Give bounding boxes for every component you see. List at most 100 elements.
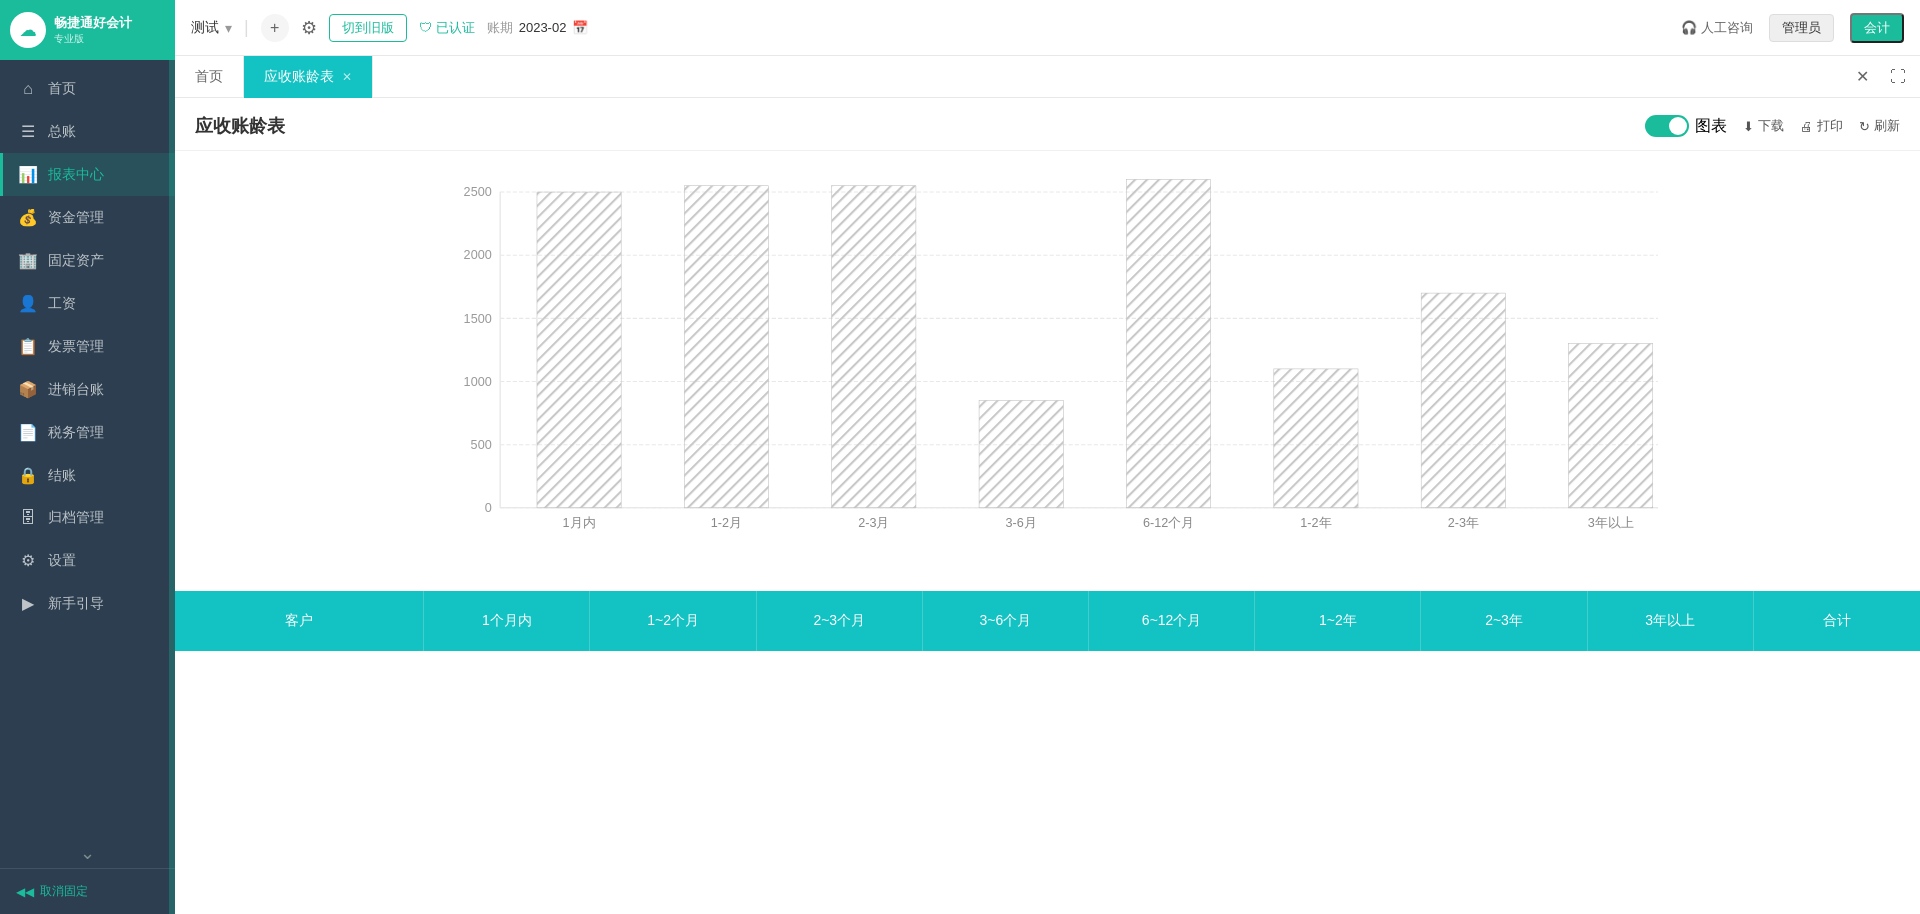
page-header: 应收账龄表 图表 ⬇ 下载 🖨 打印 <box>175 98 1920 151</box>
svg-text:2000: 2000 <box>464 248 492 262</box>
dropdown-icon: ▾ <box>225 20 232 36</box>
expand-btn[interactable]: ⛶ <box>1884 63 1912 91</box>
sidebar-item-ledger[interactable]: ☰ 总账 <box>0 110 175 153</box>
switch-version-btn[interactable]: 切到旧版 <box>329 14 407 42</box>
period-label: 账期 <box>487 19 513 37</box>
add-project-btn[interactable]: + <box>261 14 289 42</box>
sidebar-item-reports[interactable]: 📊 报表中心 <box>0 153 175 196</box>
svg-text:1500: 1500 <box>464 312 492 326</box>
consult-btn[interactable]: 🎧 人工咨询 <box>1681 19 1753 37</box>
shield-icon: 🛡 <box>419 20 432 35</box>
calendar-icon[interactable]: 📅 <box>572 20 588 35</box>
sidebar-item-label-purchase: 进销台账 <box>48 381 104 399</box>
svg-text:2-3月: 2-3月 <box>858 516 889 530</box>
download-btn[interactable]: ⬇ 下载 <box>1743 117 1784 135</box>
toggle-track[interactable] <box>1645 115 1689 137</box>
period-info: 账期 2023-02 📅 <box>487 19 589 37</box>
headset-icon: 🎧 <box>1681 20 1697 35</box>
svg-text:3-6月: 3-6月 <box>1006 516 1037 530</box>
guide-icon: ▶ <box>18 594 38 613</box>
sidebar-item-invoice[interactable]: 📋 发票管理 <box>0 325 175 368</box>
table-header-cell-9: 合计 <box>1754 591 1920 651</box>
logo-icon: ☁ <box>10 12 46 48</box>
cancel-pin-btn[interactable]: ◀◀ 取消固定 <box>10 877 165 906</box>
cancel-pin-label: 取消固定 <box>40 883 88 900</box>
funds-icon: 💰 <box>18 208 38 227</box>
chart-toggle[interactable]: 图表 <box>1645 115 1727 137</box>
svg-rect-19 <box>832 186 916 508</box>
assets-icon: 🏢 <box>18 251 38 270</box>
print-label: 打印 <box>1817 117 1843 135</box>
sidebar-nav: ⌂ 首页 ☰ 总账 📊 报表中心 💰 资金管理 🏢 固定资产 👤 工资 📋 发票… <box>0 60 175 838</box>
sidebar-item-purchase[interactable]: 📦 进销台账 <box>0 368 175 411</box>
tab-ar-aging[interactable]: 应收账龄表 ✕ <box>244 56 373 98</box>
pin-icon: ◀◀ <box>16 885 34 899</box>
sidebar-item-label-settings: 设置 <box>48 552 76 570</box>
period-value: 2023-02 <box>519 20 567 35</box>
sidebar-item-settings[interactable]: ⚙ 设置 <box>0 539 175 582</box>
logo-title: 畅捷通好会计 <box>54 14 132 32</box>
user-btn[interactable]: 管理员 <box>1769 14 1834 42</box>
refresh-btn[interactable]: ↻ 刷新 <box>1859 117 1900 135</box>
close-icon: 🔒 <box>18 466 38 485</box>
topbar: 测试 ▾ | + ⚙ 切到旧版 🛡 已认证 账期 2023-02 📅 🎧 人工咨… <box>175 0 1920 56</box>
close-window-btn[interactable]: ✕ <box>1848 63 1876 91</box>
svg-rect-25 <box>1274 369 1358 508</box>
svg-text:0: 0 <box>485 501 492 515</box>
accountant-btn[interactable]: 会计 <box>1850 13 1904 43</box>
sidebar-item-tax[interactable]: 📄 税务管理 <box>0 411 175 454</box>
sidebar-bottom: ◀◀ 取消固定 <box>0 868 175 914</box>
sidebar-item-label-invoice: 发票管理 <box>48 338 104 356</box>
sidebar-item-label-assets: 固定资产 <box>48 252 104 270</box>
sidebar-item-payroll[interactable]: 👤 工资 <box>0 282 175 325</box>
page-title: 应收账龄表 <box>195 114 285 138</box>
table-header-cell-7: 2~3年 <box>1421 591 1587 651</box>
sidebar-scroll-down[interactable]: ⌄ <box>0 838 175 868</box>
settings-icon[interactable]: ⚙ <box>301 17 317 39</box>
chart-container: 0 500 1000 1500 2000 2500 <box>205 171 1890 571</box>
svg-text:1000: 1000 <box>464 375 492 389</box>
tabbar: 首页 应收账龄表 ✕ ✕ ⛶ <box>175 56 1920 98</box>
table-header-cell-8: 3年以上 <box>1588 591 1754 651</box>
page-container: 应收账龄表 图表 ⬇ 下载 🖨 打印 <box>175 98 1920 914</box>
svg-text:500: 500 <box>471 438 492 452</box>
sidebar-item-home[interactable]: ⌂ 首页 <box>0 68 175 110</box>
sidebar-item-guide[interactable]: ▶ 新手引导 <box>0 582 175 625</box>
tab-home-label: 首页 <box>195 68 223 86</box>
table-header: 客户1个月内1~2个月2~3个月3~6个月6~12个月1~2年2~3年3年以上合… <box>175 591 1920 651</box>
svg-rect-23 <box>1126 179 1210 507</box>
download-label: 下载 <box>1758 117 1784 135</box>
svg-text:3年以上: 3年以上 <box>1588 516 1634 530</box>
settings-icon: ⚙ <box>18 551 38 570</box>
home-icon: ⌂ <box>18 80 38 98</box>
project-name: 测试 <box>191 19 219 37</box>
table-header-cell-2: 1~2个月 <box>590 591 756 651</box>
invoice-icon: 📋 <box>18 337 38 356</box>
payroll-icon: 👤 <box>18 294 38 313</box>
certified-badge: 🛡 已认证 <box>419 19 475 37</box>
refresh-icon: ↻ <box>1859 119 1870 134</box>
sidebar-item-label-archive: 归档管理 <box>48 509 104 527</box>
sidebar-item-close[interactable]: 🔒 结账 <box>0 454 175 497</box>
bar-chart-svg: 0 500 1000 1500 2000 2500 <box>205 171 1890 571</box>
reports-icon: 📊 <box>18 165 38 184</box>
tabbar-actions: ✕ ⛶ <box>1848 63 1920 91</box>
sidebar-item-label-home: 首页 <box>48 80 76 98</box>
print-icon: 🖨 <box>1800 119 1813 134</box>
sidebar-item-funds[interactable]: 💰 资金管理 <box>0 196 175 239</box>
svg-rect-15 <box>537 192 621 508</box>
svg-text:1-2年: 1-2年 <box>1300 516 1331 530</box>
tab-home[interactable]: 首页 <box>175 56 244 98</box>
archive-icon: 🗄 <box>18 509 38 527</box>
table-header-cell-4: 3~6个月 <box>923 591 1089 651</box>
tab-ar-aging-close[interactable]: ✕ <box>342 70 352 84</box>
print-btn[interactable]: 🖨 打印 <box>1800 117 1843 135</box>
sidebar-item-label-close: 结账 <box>48 467 76 485</box>
sidebar-item-label-reports: 报表中心 <box>48 166 104 184</box>
sidebar-item-assets[interactable]: 🏢 固定资产 <box>0 239 175 282</box>
table-header-cell-0: 客户 <box>175 591 424 651</box>
sidebar-item-archive[interactable]: 🗄 归档管理 <box>0 497 175 539</box>
project-selector[interactable]: 测试 ▾ <box>191 19 232 37</box>
svg-rect-21 <box>979 400 1063 507</box>
main-area: 测试 ▾ | + ⚙ 切到旧版 🛡 已认证 账期 2023-02 📅 🎧 人工咨… <box>175 0 1920 914</box>
